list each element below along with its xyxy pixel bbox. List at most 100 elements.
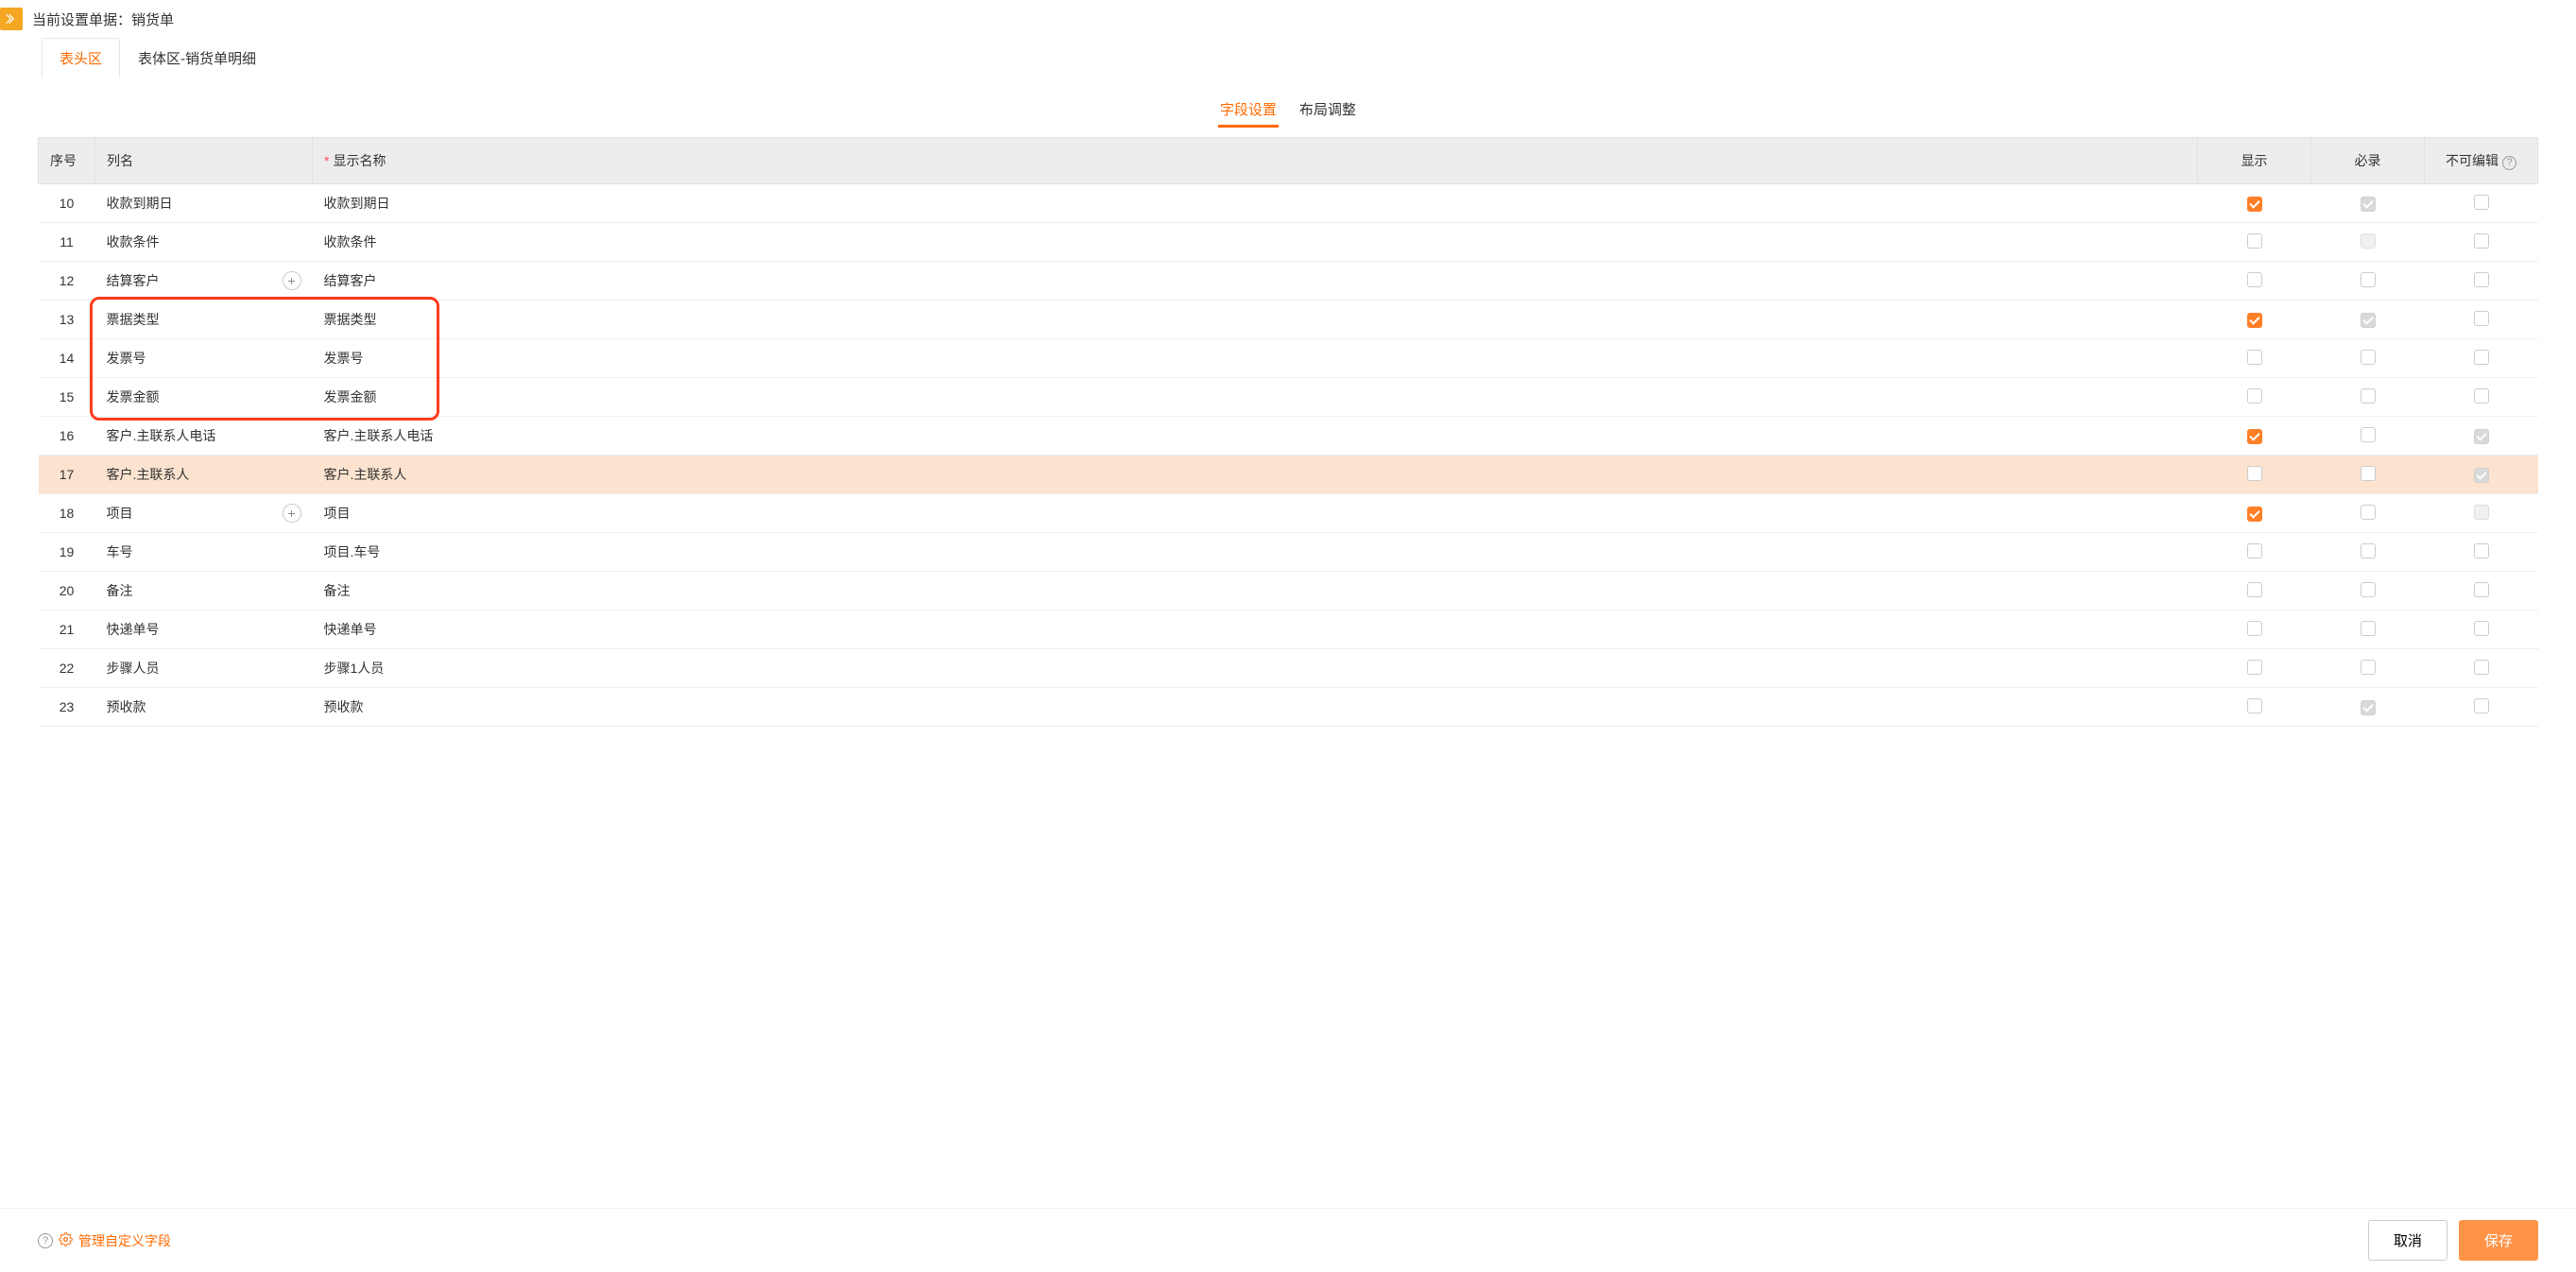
add-icon[interactable]: +	[283, 504, 301, 523]
row-seq: 16	[39, 417, 95, 456]
checkbox-show[interactable]	[2247, 582, 2262, 597]
checkbox-required[interactable]	[2361, 466, 2376, 481]
checkbox-readonly	[2474, 505, 2489, 520]
table-row: 23预收款预收款	[39, 688, 2538, 727]
checkbox-show[interactable]	[2247, 429, 2262, 444]
main-tabs: 表头区表体区-销货单明细	[0, 38, 2576, 78]
main-tab-0[interactable]: 表头区	[42, 38, 120, 78]
checkbox-required[interactable]	[2361, 660, 2376, 675]
row-display-name[interactable]: 发票号	[313, 339, 2198, 378]
checkbox-readonly[interactable]	[2474, 272, 2489, 287]
checkbox-required[interactable]	[2361, 621, 2376, 636]
row-display-name[interactable]: 项目	[313, 494, 2198, 533]
checkbox-show[interactable]	[2247, 197, 2262, 212]
top-bar: 当前设置单据：销货单	[0, 0, 2576, 38]
row-display-name[interactable]: 客户.主联系人电话	[313, 417, 2198, 456]
cell-show	[2198, 572, 2311, 610]
row-display-name[interactable]: 发票金额	[313, 378, 2198, 417]
checkbox-readonly	[2474, 429, 2489, 444]
checkbox-show[interactable]	[2247, 660, 2262, 675]
checkbox-readonly[interactable]	[2474, 195, 2489, 210]
help-icon[interactable]: ?	[2502, 156, 2516, 170]
row-display-name[interactable]: 项目.车号	[313, 533, 2198, 572]
checkbox-readonly[interactable]	[2474, 621, 2489, 636]
checkbox-readonly[interactable]	[2474, 233, 2489, 249]
sub-tab-0[interactable]: 字段设置	[1218, 94, 1279, 128]
checkbox-show[interactable]	[2247, 543, 2262, 559]
row-name: 客户.主联系人	[95, 456, 313, 494]
sub-tabs: 字段设置布局调整	[0, 78, 2576, 137]
checkbox-readonly[interactable]	[2474, 660, 2489, 675]
main-tab-1[interactable]: 表体区-销货单明细	[120, 38, 274, 78]
cell-show	[2198, 339, 2311, 378]
row-name: 快递单号	[95, 610, 313, 649]
checkbox-required[interactable]	[2361, 505, 2376, 520]
question-icon: ?	[38, 1233, 53, 1248]
checkbox-readonly	[2474, 468, 2489, 483]
row-display-name[interactable]: 备注	[313, 572, 2198, 610]
checkbox-show[interactable]	[2247, 466, 2262, 481]
manage-custom-fields-link[interactable]: ? 管理自定义字段	[38, 1231, 171, 1250]
row-seq: 23	[39, 688, 95, 727]
checkbox-readonly[interactable]	[2474, 543, 2489, 559]
row-display-name[interactable]: 快递单号	[313, 610, 2198, 649]
cell-required	[2311, 572, 2425, 610]
checkbox-required[interactable]	[2361, 427, 2376, 442]
cell-readonly	[2425, 339, 2538, 378]
checkbox-required[interactable]	[2361, 543, 2376, 559]
checkbox-show[interactable]	[2247, 233, 2262, 249]
cell-required	[2311, 417, 2425, 456]
row-name: 步骤人员	[95, 649, 313, 688]
checkbox-show[interactable]	[2247, 313, 2262, 328]
cell-required	[2311, 223, 2425, 262]
checkbox-show[interactable]	[2247, 698, 2262, 713]
checkbox-required[interactable]	[2361, 272, 2376, 287]
row-display-name[interactable]: 客户.主联系人	[313, 456, 2198, 494]
cell-show	[2198, 494, 2311, 533]
checkbox-readonly[interactable]	[2474, 582, 2489, 597]
cell-readonly	[2425, 688, 2538, 727]
row-seq: 10	[39, 184, 95, 223]
cell-required	[2311, 649, 2425, 688]
row-name: 发票金额	[95, 378, 313, 417]
sub-tab-1[interactable]: 布局调整	[1297, 94, 1358, 128]
checkbox-required[interactable]	[2361, 388, 2376, 404]
cell-show	[2198, 649, 2311, 688]
row-display-name[interactable]: 结算客户	[313, 262, 2198, 301]
chevron-right-icon	[5, 12, 18, 26]
checkbox-readonly[interactable]	[2474, 388, 2489, 404]
checkbox-readonly[interactable]	[2474, 311, 2489, 326]
checkbox-readonly[interactable]	[2474, 350, 2489, 365]
cell-required	[2311, 339, 2425, 378]
cell-required	[2311, 262, 2425, 301]
checkbox-required[interactable]	[2361, 350, 2376, 365]
row-display-name[interactable]: 预收款	[313, 688, 2198, 727]
add-icon[interactable]: +	[283, 271, 301, 290]
row-seq: 18	[39, 494, 95, 533]
checkbox-readonly[interactable]	[2474, 698, 2489, 713]
table-row: 21快递单号快递单号	[39, 610, 2538, 649]
table-row: 19车号项目.车号	[39, 533, 2538, 572]
col-readonly-label: 不可编辑	[2446, 153, 2499, 168]
checkbox-show[interactable]	[2247, 621, 2262, 636]
checkbox-show[interactable]	[2247, 272, 2262, 287]
checkbox-show[interactable]	[2247, 388, 2262, 404]
row-display-name[interactable]: 收款到期日	[313, 184, 2198, 223]
cancel-button[interactable]: 取消	[2368, 1220, 2447, 1261]
row-name: 车号	[95, 533, 313, 572]
table-container: 序号 列名 *显示名称 显示 必录 不可编辑? 10收款到期日收款到期日11收款…	[38, 137, 2538, 802]
row-display-name[interactable]: 票据类型	[313, 301, 2198, 339]
collapse-button[interactable]	[0, 8, 23, 30]
save-button[interactable]: 保存	[2459, 1220, 2538, 1261]
row-display-name[interactable]: 收款条件	[313, 223, 2198, 262]
checkbox-show[interactable]	[2247, 507, 2262, 522]
checkbox-required[interactable]	[2361, 582, 2376, 597]
table-row: 10收款到期日收款到期日	[39, 184, 2538, 223]
checkbox-show[interactable]	[2247, 350, 2262, 365]
col-show-header: 显示	[2198, 138, 2311, 184]
table-row: 20备注备注	[39, 572, 2538, 610]
row-name: 客户.主联系人电话	[95, 417, 313, 456]
cell-readonly	[2425, 378, 2538, 417]
row-display-name[interactable]: 步骤1人员	[313, 649, 2198, 688]
cell-required	[2311, 301, 2425, 339]
